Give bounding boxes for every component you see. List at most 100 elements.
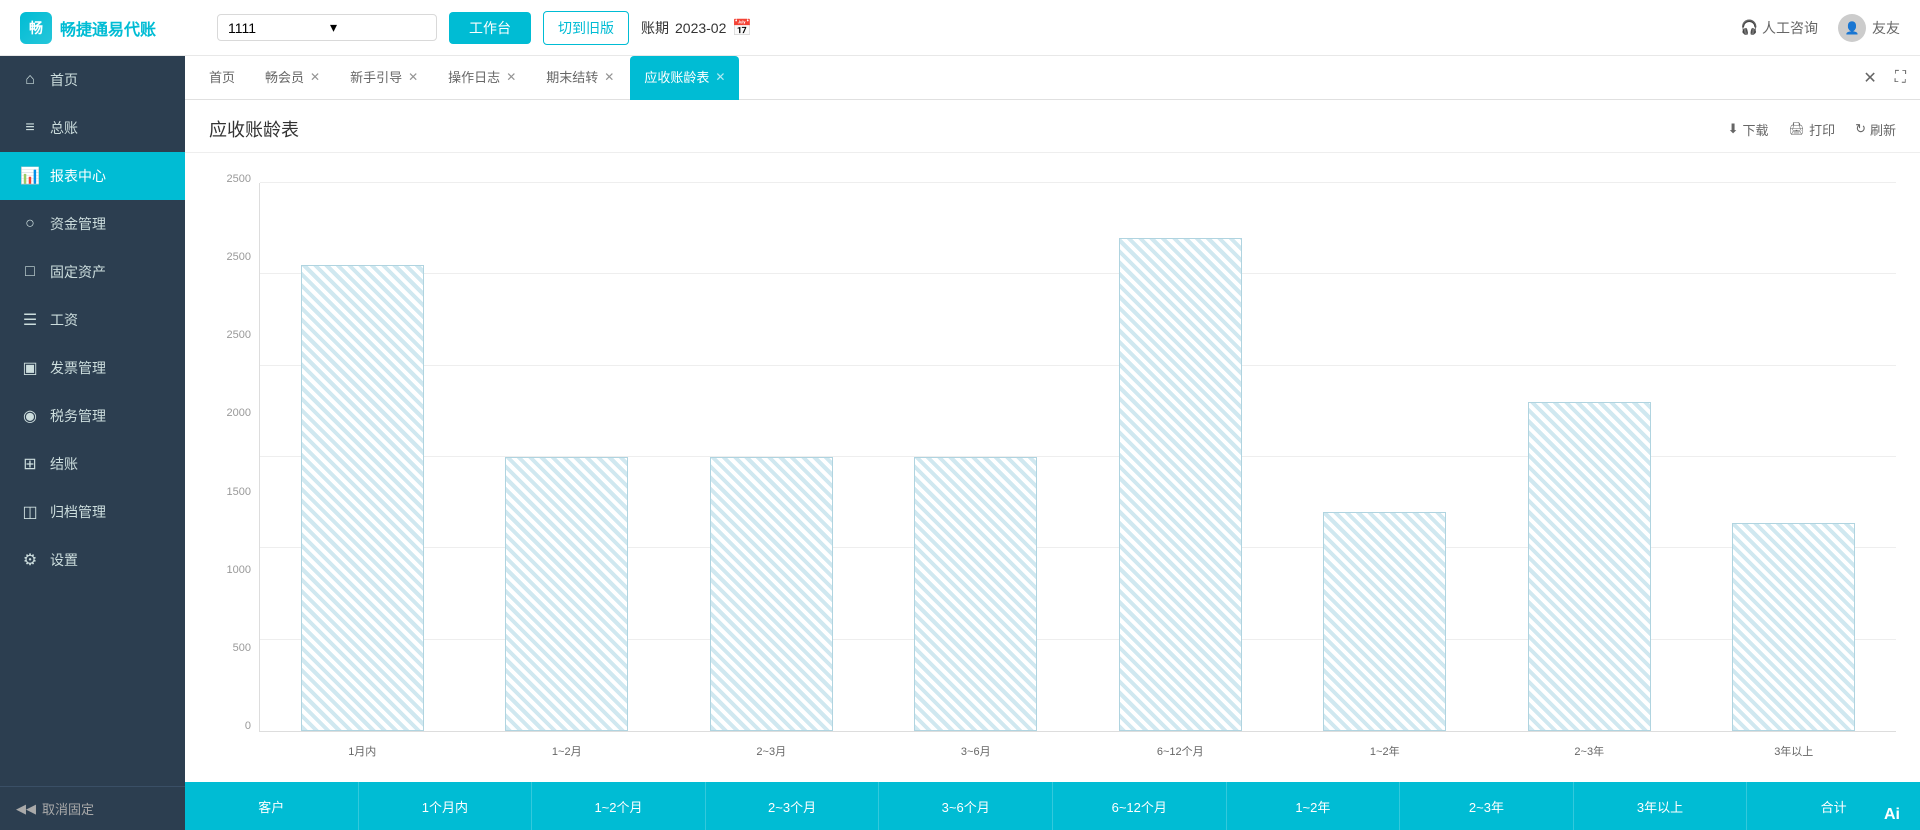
ai-badge[interactable]: Ai	[1864, 800, 1920, 830]
bar-label-7: 3年以上	[1774, 743, 1813, 759]
page-content: 应收账龄表 ⬇ 下载 🖨 打印 ↻ 刷新	[185, 100, 1920, 830]
th-3to6: 3~6个月	[879, 782, 1053, 830]
bar-0	[301, 265, 424, 731]
sidebar-icon-settings: ⚙	[20, 550, 40, 570]
sidebar: ⌂ 首页≡ 总账📊 报表中心○ 资金管理□ 固定资产☰ 工资▣ 发票管理◉ 税务…	[0, 56, 185, 830]
download-icon: ⬇	[1728, 121, 1739, 137]
refresh-button[interactable]: ↻ 刷新	[1855, 120, 1896, 139]
sidebar-icon-tax: ◉	[20, 406, 40, 426]
sidebar-label-reports: 报表中心	[50, 166, 106, 186]
sidebar-scroll: ⌂ 首页≡ 总账📊 报表中心○ 资金管理□ 固定资产☰ 工资▣ 发票管理◉ 税务…	[0, 56, 185, 786]
th-6to12: 6~12个月	[1053, 782, 1227, 830]
app-name: 畅捷通易代账	[60, 16, 156, 40]
sidebar-item-settings[interactable]: ⚙ 设置	[0, 536, 185, 584]
avatar: 👤	[1838, 14, 1866, 42]
download-button[interactable]: ⬇ 下载	[1728, 120, 1769, 139]
print-label: 打印	[1809, 120, 1835, 139]
tab-close-guide[interactable]: ✕	[408, 70, 418, 84]
sidebar-item-payroll[interactable]: ☰ 工资	[0, 296, 185, 344]
refresh-label: 刷新	[1870, 120, 1896, 139]
bar-4	[1119, 238, 1242, 731]
sidebar-item-home[interactable]: ⌂ 首页	[0, 56, 185, 104]
tabs-right: ✕ ⛶	[1859, 64, 1910, 92]
content-area: 首页畅会员✕新手引导✕操作日志✕期末结转✕应收账龄表✕ ✕ ⛶ 应收账龄表 ⬇ …	[185, 56, 1920, 830]
headset-icon: 🎧	[1741, 19, 1758, 36]
sidebar-item-assets[interactable]: □ 固定资产	[0, 248, 185, 296]
bar-group-4: 6~12个月	[1078, 183, 1283, 731]
bar-group-5: 1~2年	[1283, 183, 1488, 731]
bar-label-2: 2~3月	[756, 743, 786, 759]
workbench-button[interactable]: 工作台	[449, 12, 531, 44]
sidebar-icon-payroll: ☰	[20, 310, 40, 330]
y-label-4: 2000	[227, 407, 251, 419]
sidebar-label-payroll: 工资	[50, 310, 78, 330]
table-header: 客户1个月内1~2个月2~3个月3~6个月6~12个月1~2年2~3年3年以上合…	[185, 782, 1920, 830]
sidebar-item-funds[interactable]: ○ 资金管理	[0, 200, 185, 248]
bar-6	[1528, 402, 1651, 731]
sidebar-item-invoices[interactable]: ▣ 发票管理	[0, 344, 185, 392]
th-2to3y: 2~3年	[1400, 782, 1574, 830]
fullscreen-button[interactable]: ⛶	[1891, 65, 1910, 91]
bar-label-1: 1~2月	[552, 743, 582, 759]
sidebar-item-reports[interactable]: 📊 报表中心	[0, 152, 185, 200]
sidebar-label-funds: 资金管理	[50, 214, 106, 234]
y-label-6: 2500	[227, 251, 251, 263]
top-header: 畅 畅捷通易代账 1111 ▾ 工作台 切到旧版 账期 2023-02 📅 🎧 …	[0, 0, 1920, 56]
sidebar-icon-reports: 📊	[20, 166, 40, 186]
tab-member[interactable]: 畅会员✕	[251, 56, 334, 100]
footer-label: 取消固定	[42, 799, 94, 818]
tab-guide[interactable]: 新手引导✕	[336, 56, 432, 100]
print-button[interactable]: 🖨 打印	[1789, 120, 1836, 139]
refresh-icon: ↻	[1855, 121, 1866, 137]
sidebar-item-tax[interactable]: ◉ 税务管理	[0, 392, 185, 440]
sidebar-item-archive[interactable]: ◫ 归档管理	[0, 488, 185, 536]
tab-close-aging[interactable]: ✕	[715, 70, 725, 84]
tab-home[interactable]: 首页	[195, 56, 249, 100]
page-actions: ⬇ 下载 🖨 打印 ↻ 刷新	[1728, 120, 1896, 139]
th-1month: 1个月内	[359, 782, 533, 830]
sidebar-icon-home: ⌂	[20, 71, 40, 89]
sidebar-icon-assets: □	[20, 263, 40, 281]
sidebar-icon-archive: ◫	[20, 502, 40, 522]
tab-aging[interactable]: 应收账龄表✕	[630, 56, 739, 100]
sidebar-item-ledger[interactable]: ≡ 总账	[0, 104, 185, 152]
sidebar-icon-ledger: ≡	[20, 119, 40, 137]
y-label-3: 1500	[227, 486, 251, 498]
bar-group-3: 3~6月	[874, 183, 1079, 731]
calendar-icon[interactable]: 📅	[732, 18, 752, 38]
bar-group-1: 1~2月	[465, 183, 670, 731]
sidebar-label-closing: 结账	[50, 454, 78, 474]
logo-area: 畅 畅捷通易代账	[20, 12, 205, 44]
tab-close-closing[interactable]: ✕	[604, 70, 614, 84]
sidebar-footer-toggle[interactable]: ◀◀ 取消固定	[0, 786, 185, 830]
chart-container: 0500100015002000250025002500 1月内1~2月2~3月…	[185, 153, 1920, 782]
close-all-button[interactable]: ✕	[1859, 64, 1880, 92]
consult-button[interactable]: 🎧 人工咨询	[1741, 18, 1818, 38]
sidebar-label-ledger: 总账	[50, 118, 78, 138]
bar-1	[505, 457, 628, 731]
bar-group-7: 3年以上	[1692, 183, 1897, 731]
y-label-7: 2500	[227, 173, 251, 185]
tab-close-oplog[interactable]: ✕	[506, 70, 516, 84]
th-customer: 客户	[185, 782, 359, 830]
dropdown-icon: ▾	[330, 19, 426, 36]
tab-oplog[interactable]: 操作日志✕	[434, 56, 530, 100]
bars-area: 1月内1~2月2~3月3~6月6~12个月1~2年2~3年3年以上	[260, 183, 1896, 731]
y-label-2: 1000	[227, 564, 251, 576]
period-prefix: 账期	[641, 18, 669, 38]
tab-closing[interactable]: 期末结转✕	[532, 56, 628, 100]
print-icon: 🖨	[1789, 121, 1806, 137]
user-area[interactable]: 👤 友友	[1838, 14, 1900, 42]
chart-inner: 1月内1~2月2~3月3~6月6~12个月1~2年2~3年3年以上	[259, 183, 1896, 732]
th-1to2: 1~2个月	[532, 782, 706, 830]
tabs-bar: 首页畅会员✕新手引导✕操作日志✕期末结转✕应收账龄表✕ ✕ ⛶	[185, 56, 1920, 100]
sidebar-label-settings: 设置	[50, 550, 78, 570]
company-selector[interactable]: 1111 ▾	[217, 14, 437, 41]
chart-wrapper: 0500100015002000250025002500 1月内1~2月2~3月…	[209, 173, 1896, 772]
bar-7	[1732, 523, 1855, 731]
company-name: 1111	[228, 20, 324, 36]
tab-close-member[interactable]: ✕	[310, 70, 320, 84]
y-axis: 0500100015002000250025002500	[209, 173, 259, 732]
sidebar-item-closing[interactable]: ⊞ 结账	[0, 440, 185, 488]
switch-button[interactable]: 切到旧版	[543, 11, 629, 45]
